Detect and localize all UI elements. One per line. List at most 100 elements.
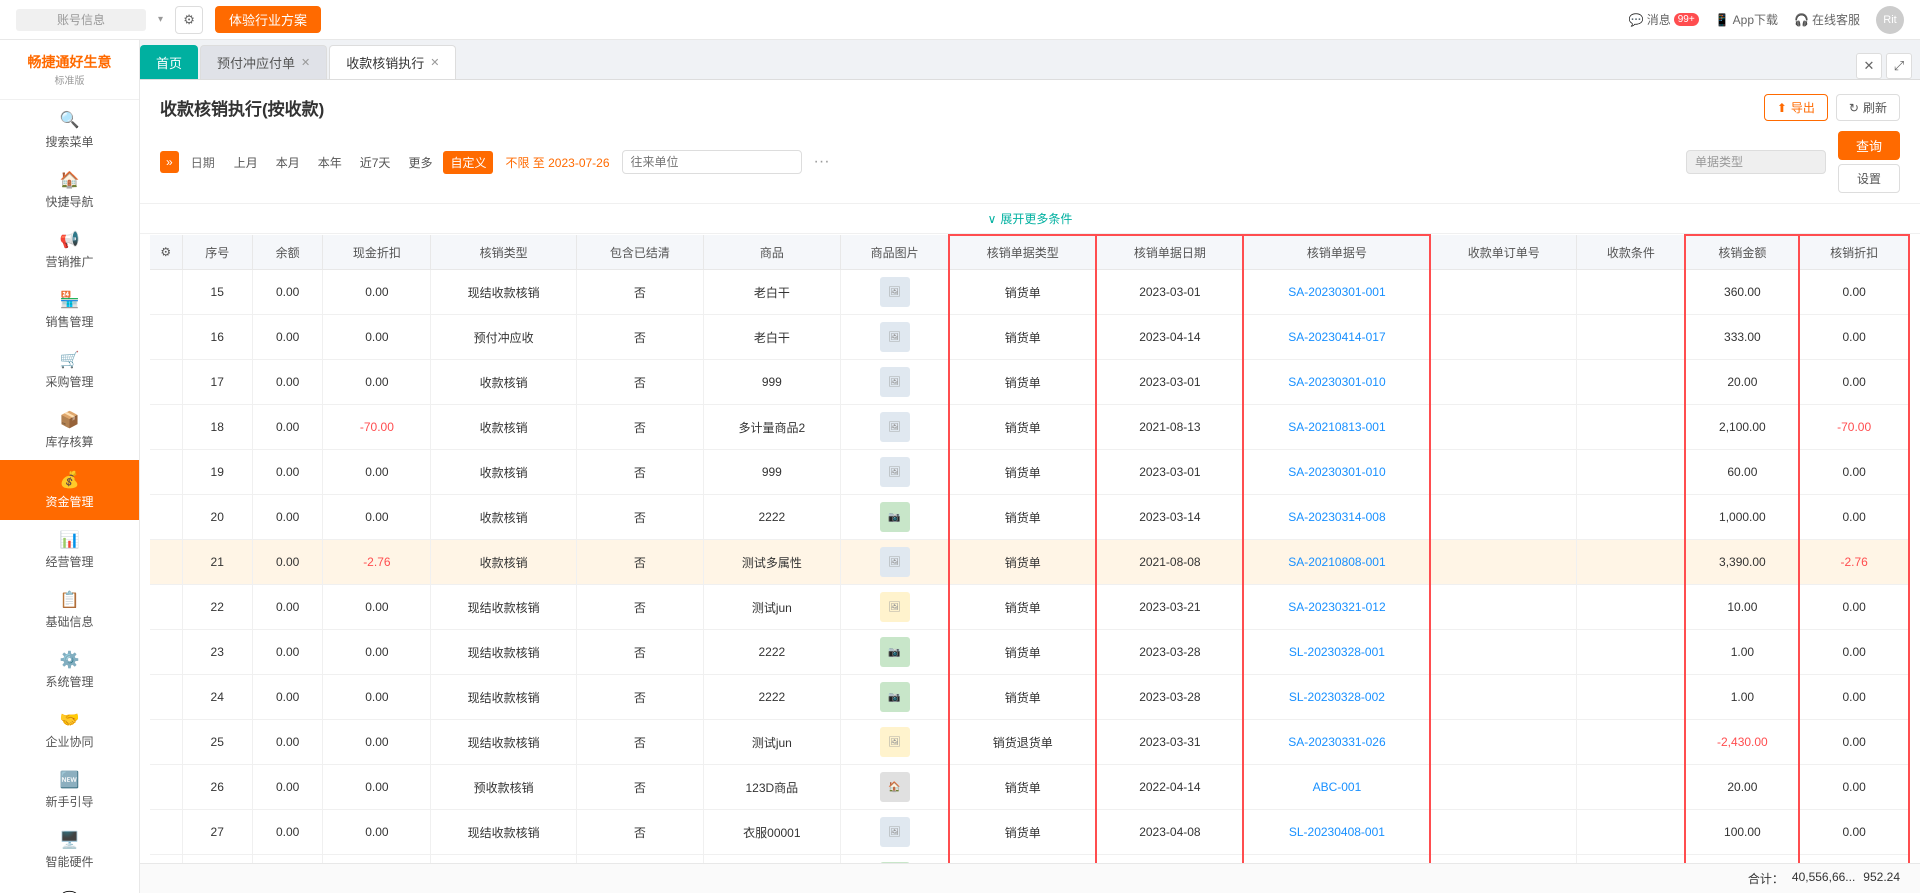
sidebar-item-purchase[interactable]: 🛒 采购管理 [0, 340, 139, 400]
date-range-text: 不限 至 2023-07-26 [505, 154, 609, 171]
bill-no-link[interactable]: SA-20230314-008 [1288, 510, 1385, 524]
dots-icon: ··· [814, 153, 830, 171]
cell-cash-discount: 0.00 [323, 630, 431, 675]
from-unit-input[interactable] [622, 150, 802, 174]
date-btn-custom[interactable]: 自定义 [443, 151, 493, 174]
bill-no-link[interactable]: SA-20210813-001 [1288, 420, 1385, 434]
query-btn[interactable]: 查询 [1838, 131, 1900, 160]
bill-no-link[interactable]: SL-20230328-002 [1289, 690, 1385, 704]
date-btn-this-month[interactable]: 本月 [269, 151, 307, 174]
messages-btn[interactable]: 💬 消息 99+ [1629, 11, 1699, 28]
close-tab-btn[interactable]: ✕ [1856, 53, 1882, 79]
cell-cancel-bill-no[interactable]: SL-20230328-002 [1243, 675, 1430, 720]
cell-cancel-type: 现结收款核销 [431, 810, 577, 855]
sidebar-item-wechat[interactable]: 💬 企业微信 [0, 880, 139, 893]
cell-cash-discount: 0.00 [323, 720, 431, 765]
cell-product: 老白干 [703, 270, 840, 315]
sidebar-item-guide[interactable]: 🆕 新手引导 [0, 760, 139, 820]
cell-settings [150, 720, 182, 765]
filter-toggle-btn[interactable]: » [160, 151, 179, 173]
date-btn-last-month[interactable]: 上月 [227, 151, 265, 174]
cell-cancel-amount: 100.00 [1685, 855, 1799, 864]
app-download-btn[interactable]: 📱 App下载 [1715, 11, 1778, 28]
cell-cancel-bill-no[interactable]: SA-20210808-001 [1243, 540, 1430, 585]
sidebar-label-system: 系统管理 [45, 673, 93, 690]
bill-no-link[interactable]: SA-20230414-017 [1288, 330, 1385, 344]
table-row: 17 0.00 0.00 收款核销 否 999 🖼 销货单 2023-03-01… [150, 360, 1909, 405]
table-row: 19 0.00 0.00 收款核销 否 999 🖼 销货单 2023-03-01… [150, 450, 1909, 495]
cell-product-img: 🖼 [840, 810, 949, 855]
cell-cash-discount: 0.00 [323, 810, 431, 855]
online-service-btn[interactable]: 🎧 在线客服 [1794, 11, 1860, 28]
cell-cancel-bill-no[interactable]: SA-20230321-012 [1243, 585, 1430, 630]
bill-no-link[interactable]: SA-20230331-026 [1288, 735, 1385, 749]
sidebar-item-quick[interactable]: 🏠 快捷导航 [0, 160, 139, 220]
tab-prepay[interactable]: 预付冲应付单 ✕ [200, 45, 327, 79]
sidebar-item-basic[interactable]: 📋 基础信息 [0, 580, 139, 640]
cell-cancel-bill-date: 2022-04-14 [1096, 765, 1243, 810]
cell-cancel-bill-no[interactable]: SA-20230314-008 [1243, 495, 1430, 540]
cell-cancel-bill-no[interactable]: SA-20230331-026 [1243, 720, 1430, 765]
cell-settings [150, 855, 182, 864]
cell-balance: 0.00 [252, 495, 322, 540]
total-amount-label: 合计： [1748, 870, 1784, 887]
maximize-tab-btn[interactable]: ⤢ [1886, 53, 1912, 79]
expand-conditions-btn[interactable]: ∨ 展开更多条件 [988, 210, 1073, 227]
tab-prepay-close-icon[interactable]: ✕ [301, 56, 310, 69]
cell-cancel-bill-no[interactable]: SA-20230414-017 [1243, 315, 1430, 360]
refresh-btn[interactable]: ↻ 刷新 [1836, 94, 1900, 121]
sidebar-item-search[interactable]: 🔍 搜索菜单 [0, 100, 139, 160]
dropdown-arrow-icon[interactable]: ▾ [158, 14, 163, 25]
cell-cancel-amount: 60.00 [1685, 450, 1799, 495]
settings-icon[interactable]: ⚙ [175, 6, 203, 34]
cell-cancel-amount: 2,100.00 [1685, 405, 1799, 450]
cell-cancel-bill-no[interactable]: SA-20230301-010 [1243, 360, 1430, 405]
bill-no-link[interactable]: SA-20230321-012 [1288, 600, 1385, 614]
date-group: 上月 本月 本年 近7天 更多 自定义 [227, 151, 494, 174]
bill-no-link[interactable]: SL-20230328-001 [1289, 645, 1385, 659]
filter-settings-btn[interactable]: 设置 [1838, 164, 1900, 193]
cell-cancel-bill-no[interactable]: SL-20230328-001 [1243, 630, 1430, 675]
industry-btn[interactable]: 体验行业方案 [215, 6, 321, 33]
tab-cancel[interactable]: 收款核销执行 ✕ [329, 45, 456, 79]
sidebar-item-inventory[interactable]: 📦 库存核算 [0, 400, 139, 460]
date-btn-this-year[interactable]: 本年 [311, 151, 349, 174]
cell-cancel-bill-no[interactable]: SA-20210813-001 [1243, 405, 1430, 450]
cell-cancel-bill-no[interactable]: SL-20230418-001 [1243, 855, 1430, 864]
bill-no-link[interactable]: SA-20230301-010 [1288, 375, 1385, 389]
sidebar-item-marketing[interactable]: 📢 营销推广 [0, 220, 139, 280]
sidebar-item-operation[interactable]: 📊 经营管理 [0, 520, 139, 580]
data-table: ⚙ 序号 余额 现金折扣 核销类型 包含已结清 商品 商品图片 核销单据类型 核… [150, 234, 1910, 863]
total-discount-value: 952.24 [1863, 870, 1900, 887]
cell-settled: 否 [576, 630, 703, 675]
bill-no-link[interactable]: SL-20230408-001 [1289, 825, 1385, 839]
sidebar-item-system[interactable]: ⚙️ 系统管理 [0, 640, 139, 700]
cell-product-img: 📷 [840, 630, 949, 675]
cell-cancel-bill-no[interactable]: SL-20230408-001 [1243, 810, 1430, 855]
tab-cancel-close-icon[interactable]: ✕ [430, 56, 439, 69]
date-btn-7days[interactable]: 近7天 [353, 151, 398, 174]
export-icon: ⬆ [1777, 101, 1787, 115]
bill-no-link[interactable]: ABC-001 [1313, 780, 1362, 794]
tab-home[interactable]: 首页 [140, 45, 198, 79]
cell-cancel-bill-no[interactable]: SA-20230301-001 [1243, 270, 1430, 315]
bill-no-link[interactable]: SA-20230301-001 [1288, 285, 1385, 299]
sidebar-item-hardware[interactable]: 🖥️ 智能硬件 [0, 820, 139, 880]
cell-cancel-type: 收款核销 [431, 495, 577, 540]
date-btn-more[interactable]: 更多 [401, 151, 439, 174]
col-settings-header[interactable]: ⚙ [150, 235, 182, 270]
sidebar-item-sales[interactable]: 🏪 销售管理 [0, 280, 139, 340]
single-type-select[interactable]: 单据类型 [1686, 150, 1826, 174]
sidebar-item-finance[interactable]: 💰 资金管理 [0, 460, 139, 520]
monitor-icon: 🖥️ [60, 830, 80, 850]
bill-no-link[interactable]: SA-20210808-001 [1288, 555, 1385, 569]
cell-cancel-amount: 10.00 [1685, 585, 1799, 630]
user-avatar[interactable]: Rit [1876, 6, 1904, 34]
sidebar-item-collab[interactable]: 🤝 企业协同 [0, 700, 139, 760]
cell-cancel-bill-no[interactable]: ABC-001 [1243, 765, 1430, 810]
cell-receipt-order [1430, 540, 1576, 585]
cell-settled: 否 [576, 495, 703, 540]
export-btn[interactable]: ⬆ 导出 [1764, 94, 1828, 121]
cell-cancel-bill-no[interactable]: SA-20230301-010 [1243, 450, 1430, 495]
bill-no-link[interactable]: SA-20230301-010 [1288, 465, 1385, 479]
